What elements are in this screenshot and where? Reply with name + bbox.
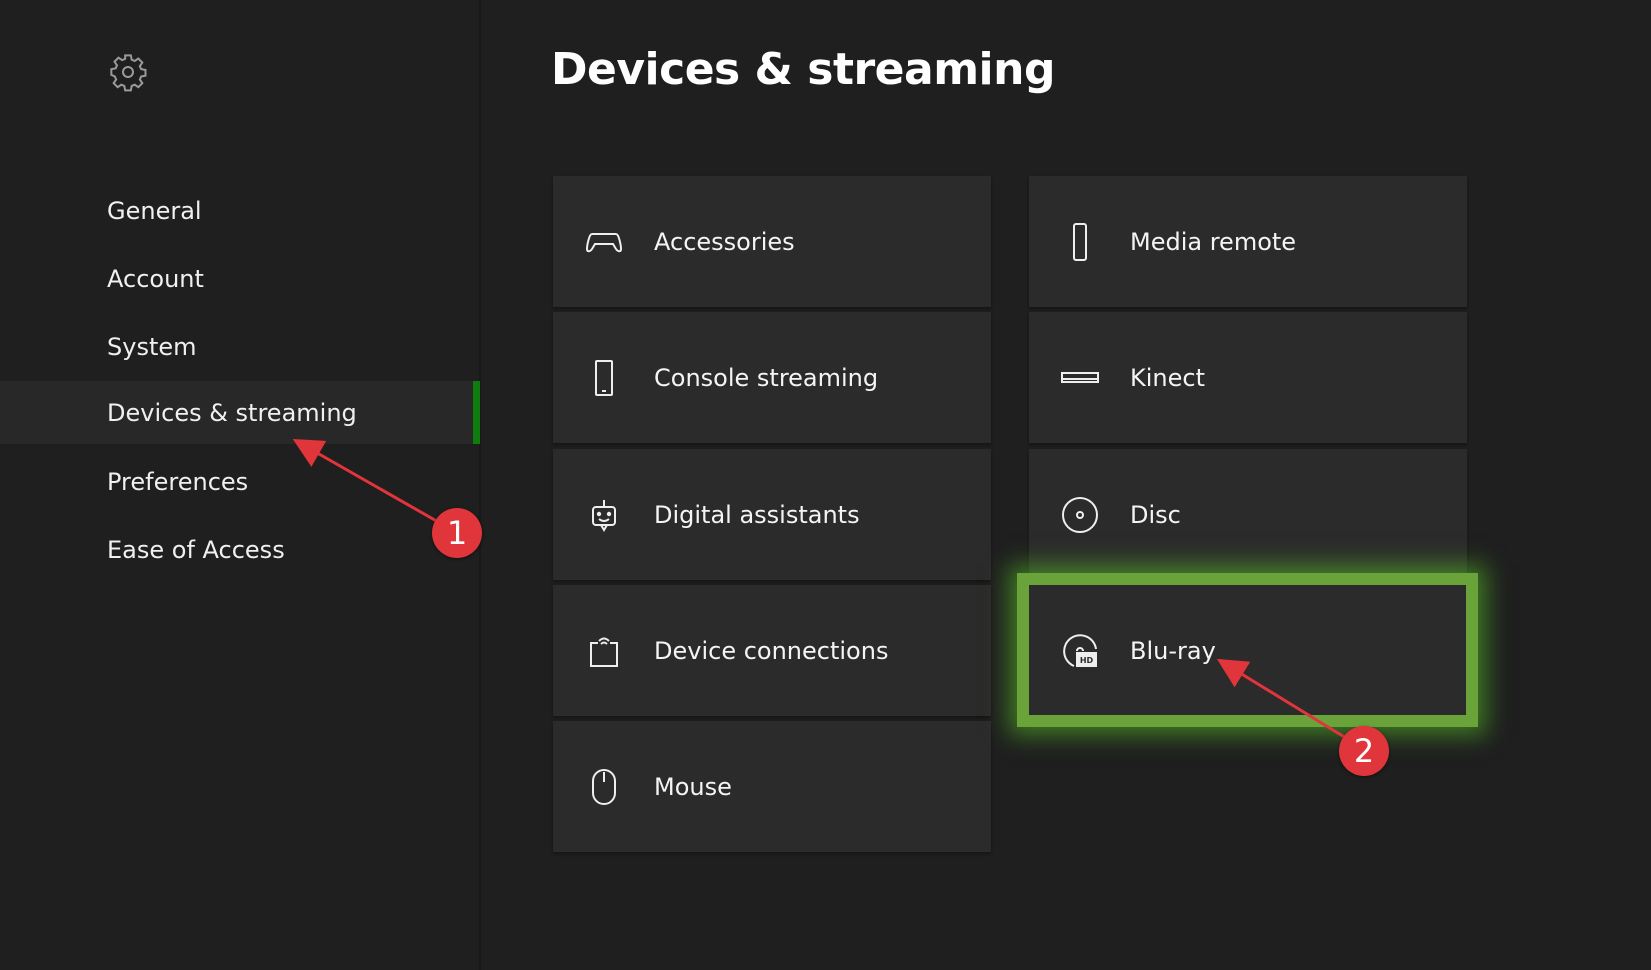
sidebar-item-ease-of-access[interactable]: Ease of Access: [0, 518, 480, 581]
gamepad-icon: [585, 232, 623, 252]
sidebar-item-devices-streaming[interactable]: Devices & streaming: [0, 381, 480, 444]
step-badge-1: 1: [432, 508, 482, 558]
tile-console-streaming[interactable]: Console streaming: [553, 312, 991, 443]
sidebar-item-label: Account: [107, 264, 204, 293]
kinect-icon: [1061, 371, 1099, 383]
assistant-icon: [592, 499, 616, 532]
tile-digital-assistants[interactable]: Digital assistants: [553, 449, 991, 580]
tile-label: Media remote: [1130, 227, 1297, 256]
tile-mouse[interactable]: Mouse: [553, 721, 991, 852]
sidebar-item-label: Devices & streaming: [107, 398, 357, 427]
gear-icon: [110, 54, 147, 92]
tile-label: Blu-ray: [1130, 636, 1216, 665]
tile-label: Device connections: [654, 636, 889, 665]
sidebar-item-label: System: [107, 332, 197, 361]
page-title: Devices & streaming: [551, 44, 1055, 95]
tile-label: Console streaming: [654, 363, 879, 392]
sidebar-item-preferences[interactable]: Preferences: [0, 450, 480, 513]
sidebar: General Account System Devices & streami…: [0, 0, 481, 970]
tile-label: Digital assistants: [654, 500, 860, 529]
sidebar-item-label: Ease of Access: [107, 535, 285, 564]
bluray-icon: HD: [1063, 633, 1097, 667]
sidebar-item-account[interactable]: Account: [0, 247, 480, 310]
tile-label: Kinect: [1130, 363, 1205, 392]
sidebar-item-label: Preferences: [107, 467, 249, 496]
tile-label: Disc: [1130, 500, 1181, 529]
tile-disc[interactable]: Disc: [1029, 449, 1467, 580]
remote-icon: [1073, 222, 1087, 261]
sidebar-item-label: General: [107, 196, 202, 225]
tile-kinect[interactable]: Kinect: [1029, 312, 1467, 443]
tile-blu-ray[interactable]: HD Blu-ray: [1029, 585, 1467, 716]
disc-icon: [1062, 496, 1098, 533]
mouse-icon: [592, 768, 616, 805]
sidebar-item-general[interactable]: General: [0, 179, 480, 242]
device-connections-icon: [590, 637, 618, 667]
tile-device-connections[interactable]: Device connections: [553, 585, 991, 716]
tile-label: Mouse: [654, 772, 732, 801]
phone-icon: [595, 359, 613, 396]
step-badge-2: 2: [1339, 726, 1389, 776]
sidebar-item-system[interactable]: System: [0, 315, 480, 378]
tile-accessories[interactable]: Accessories: [553, 176, 991, 307]
tile-label: Accessories: [654, 227, 795, 256]
tile-media-remote[interactable]: Media remote: [1029, 176, 1467, 307]
svg-text:HD: HD: [1080, 656, 1094, 665]
